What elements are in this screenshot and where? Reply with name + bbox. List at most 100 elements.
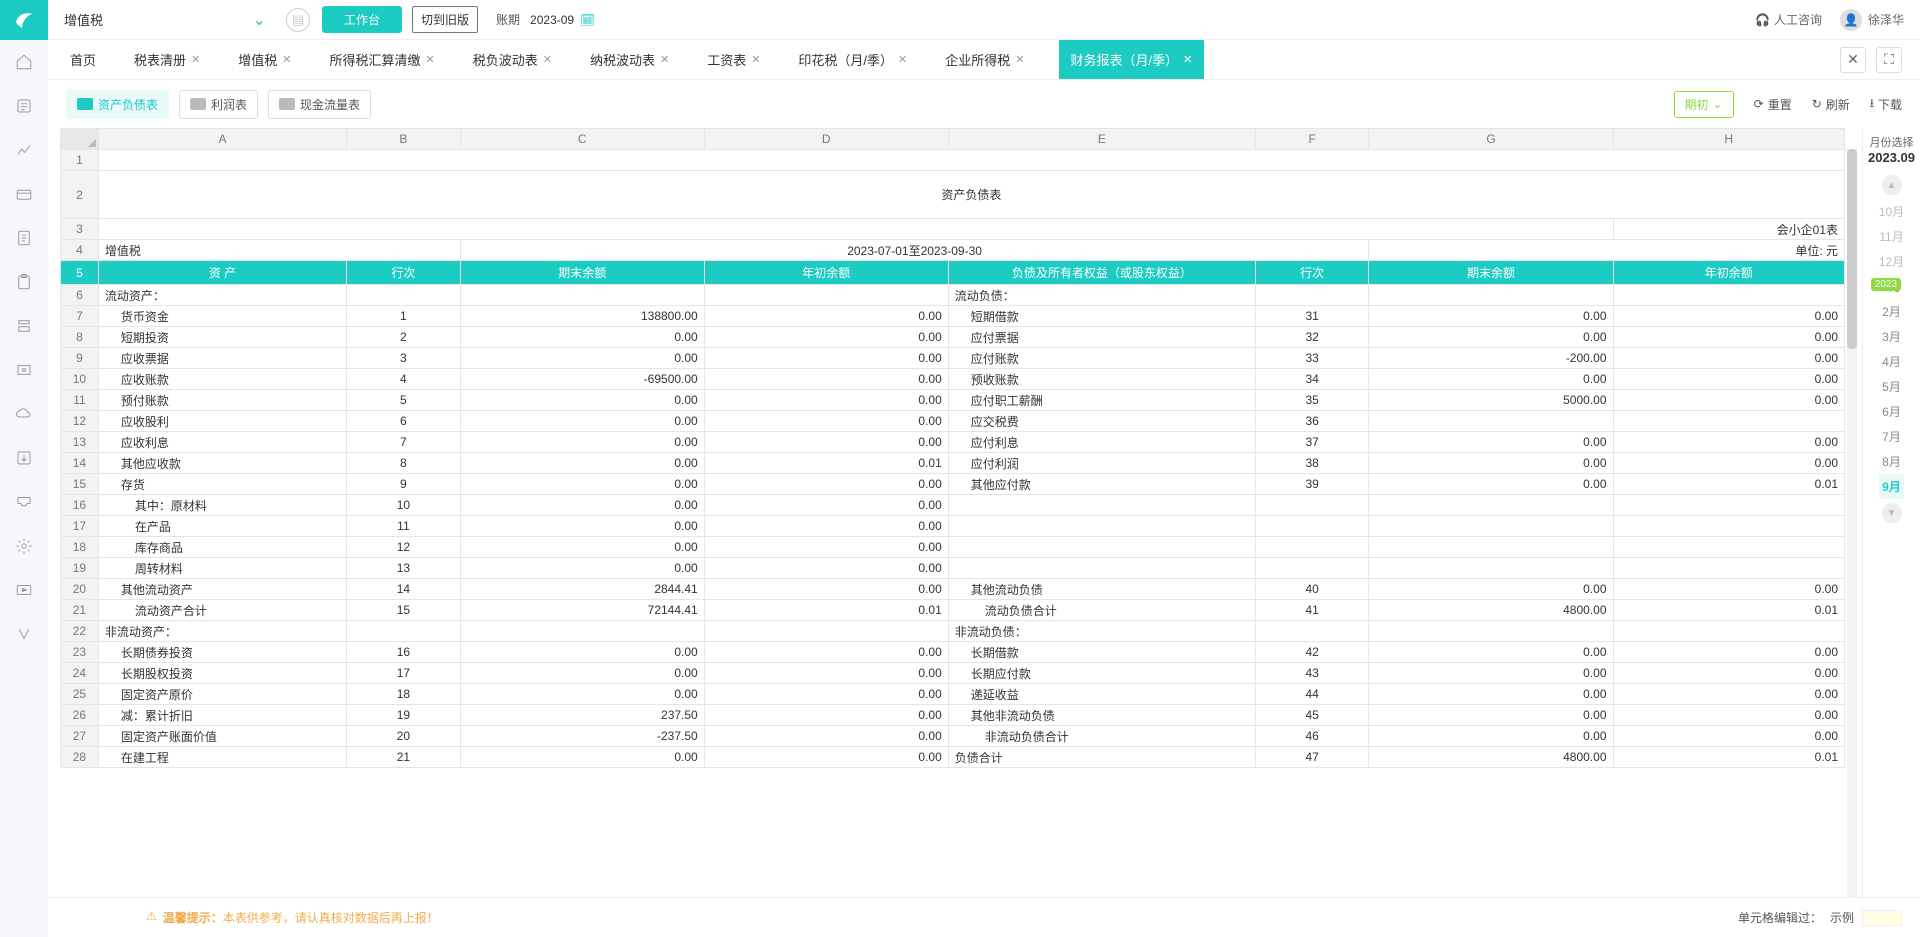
row-number[interactable]: 25 — [61, 684, 99, 705]
month-item[interactable]: 9月 — [1879, 474, 1904, 499]
cell-begin-right[interactable]: 0.00 — [1613, 327, 1844, 348]
cell-begin-left[interactable]: 0.00 — [704, 663, 948, 684]
cell-liab-name[interactable]: 递延收益 — [948, 684, 1255, 705]
row-number[interactable]: 3 — [61, 219, 99, 240]
nav-list-icon[interactable] — [0, 84, 48, 128]
cell-row-right[interactable] — [1255, 285, 1369, 306]
nav-wallet-icon[interactable] — [0, 172, 48, 216]
col-header[interactable]: A — [98, 129, 346, 150]
cell-row-right[interactable]: 41 — [1255, 600, 1369, 621]
nav-home-icon[interactable] — [0, 40, 48, 84]
tab-close-icon[interactable]: ✕ — [1183, 53, 1192, 66]
period-initial-dropdown[interactable]: 期初 ⌄ — [1674, 91, 1734, 118]
cell-begin-left[interactable]: 0.00 — [704, 747, 948, 768]
cell-begin-right[interactable]: 0.00 — [1613, 369, 1844, 390]
old-version-button[interactable]: 切到旧版 — [412, 6, 478, 33]
cell-asset-name[interactable]: 减：累计折旧 — [98, 705, 346, 726]
cell-end-left[interactable]: 0.00 — [460, 516, 704, 537]
row-number[interactable]: 9 — [61, 348, 99, 369]
cell-row-right[interactable]: 43 — [1255, 663, 1369, 684]
cell-begin-left[interactable]: 0.00 — [704, 642, 948, 663]
cell-begin-left[interactable]: 0.00 — [704, 516, 948, 537]
cell-begin-right[interactable] — [1613, 411, 1844, 432]
cell-begin-right[interactable] — [1613, 285, 1844, 306]
period-value[interactable]: 2023-09 — [530, 13, 574, 27]
cell-begin-left[interactable]: 0.00 — [704, 390, 948, 411]
cell-begin-left[interactable]: 0.00 — [704, 537, 948, 558]
cell-end-right[interactable]: 0.00 — [1369, 474, 1613, 495]
cell-row-right[interactable]: 34 — [1255, 369, 1369, 390]
cell-begin-right[interactable]: 0.00 — [1613, 705, 1844, 726]
nav-frame-icon[interactable] — [0, 348, 48, 392]
tab-close-icon[interactable]: ✕ — [660, 53, 669, 66]
cell-end-left[interactable]: 0.00 — [460, 432, 704, 453]
cell-begin-right[interactable]: 0.00 — [1613, 390, 1844, 411]
cell-end-right[interactable] — [1369, 558, 1613, 579]
nav-cloud-icon[interactable] — [0, 392, 48, 436]
cell-begin-right[interactable]: 0.00 — [1613, 453, 1844, 474]
cell-asset-name[interactable]: 其他流动资产 — [98, 579, 346, 600]
spreadsheet[interactable]: ABCDEFGH 12资产负债表3会小企01表4增值税2023-07-01至20… — [60, 128, 1845, 897]
row-number[interactable]: 27 — [61, 726, 99, 747]
company-selector[interactable]: 增值税 ⌄ — [64, 10, 274, 30]
row-number[interactable]: 18 — [61, 537, 99, 558]
cell-end-right[interactable]: 0.00 — [1369, 432, 1613, 453]
main-tab[interactable]: 财务报表（月/季）✕ — [1059, 40, 1205, 79]
cell-liab-name[interactable]: 负债合计 — [948, 747, 1255, 768]
cell-row-left[interactable]: 14 — [347, 579, 461, 600]
cell-liab-name[interactable] — [948, 495, 1255, 516]
cell-row-left[interactable]: 9 — [347, 474, 461, 495]
cell-row-right[interactable]: 31 — [1255, 306, 1369, 327]
month-item[interactable]: 10月 — [1879, 199, 1904, 224]
cell-row-left[interactable]: 7 — [347, 432, 461, 453]
cell-end-right[interactable]: 0.00 — [1369, 705, 1613, 726]
report-sub-tab[interactable]: 现金流量表 — [268, 90, 371, 119]
workbench-button[interactable]: 工作台 — [322, 6, 402, 33]
cell-asset-name[interactable]: 应收利息 — [98, 432, 346, 453]
cell-begin-right[interactable] — [1613, 537, 1844, 558]
cell-row-right[interactable]: 33 — [1255, 348, 1369, 369]
cell-asset-name[interactable]: 其他应收款 — [98, 453, 346, 474]
row-number[interactable]: 17 — [61, 516, 99, 537]
cell-liab-name[interactable] — [948, 516, 1255, 537]
cell-asset-name[interactable]: 固定资产账面价值 — [98, 726, 346, 747]
cell-begin-left[interactable]: 0.00 — [704, 474, 948, 495]
row-number[interactable]: 5 — [61, 261, 99, 285]
report-sub-tab[interactable]: 利润表 — [179, 90, 258, 119]
cell-liab-name[interactable]: 其他应付款 — [948, 474, 1255, 495]
nav-doc-icon[interactable] — [0, 216, 48, 260]
vertical-scrollbar[interactable] — [1847, 149, 1857, 897]
cell-row-right[interactable]: 38 — [1255, 453, 1369, 474]
cell-row-left[interactable] — [347, 285, 461, 306]
cell-end-left[interactable]: 2844.41 — [460, 579, 704, 600]
cell-end-left[interactable]: 0.00 — [460, 558, 704, 579]
corp-sheet-number[interactable]: 会小企01表 — [1613, 219, 1844, 240]
main-tab[interactable]: 纳税波动表✕ — [586, 40, 673, 79]
cell-asset-name[interactable]: 短期投资 — [98, 327, 346, 348]
row-number[interactable]: 24 — [61, 663, 99, 684]
cell-end-right[interactable]: 4800.00 — [1369, 600, 1613, 621]
cell-begin-left[interactable]: 0.00 — [704, 726, 948, 747]
cell-end-left[interactable] — [460, 621, 704, 642]
cell-asset-name[interactable]: 周转材料 — [98, 558, 346, 579]
cell-begin-right[interactable]: 0.00 — [1613, 726, 1844, 747]
cell-end-right[interactable]: 0.00 — [1369, 306, 1613, 327]
cell-row-right[interactable] — [1255, 558, 1369, 579]
cell-begin-left[interactable]: 0.01 — [704, 453, 948, 474]
cell-end-right[interactable] — [1369, 411, 1613, 432]
cell-begin-left[interactable]: 0.00 — [704, 327, 948, 348]
cell-end-left[interactable]: 0.00 — [460, 663, 704, 684]
cell-liab-name[interactable]: 预收账款 — [948, 369, 1255, 390]
sheet-unit[interactable]: 单位: 元 — [1369, 240, 1845, 261]
row-number[interactable]: 22 — [61, 621, 99, 642]
row-number[interactable]: 7 — [61, 306, 99, 327]
cell-begin-right[interactable]: 0.00 — [1613, 642, 1844, 663]
cell-asset-name[interactable]: 应收股利 — [98, 411, 346, 432]
cell-row-left[interactable]: 21 — [347, 747, 461, 768]
cell-end-left[interactable]: 0.00 — [460, 642, 704, 663]
row-number[interactable]: 12 — [61, 411, 99, 432]
month-item[interactable]: 7月 — [1879, 424, 1904, 449]
col-header[interactable]: H — [1613, 129, 1844, 150]
cell-end-right[interactable] — [1369, 621, 1613, 642]
cell-liab-name[interactable] — [948, 537, 1255, 558]
